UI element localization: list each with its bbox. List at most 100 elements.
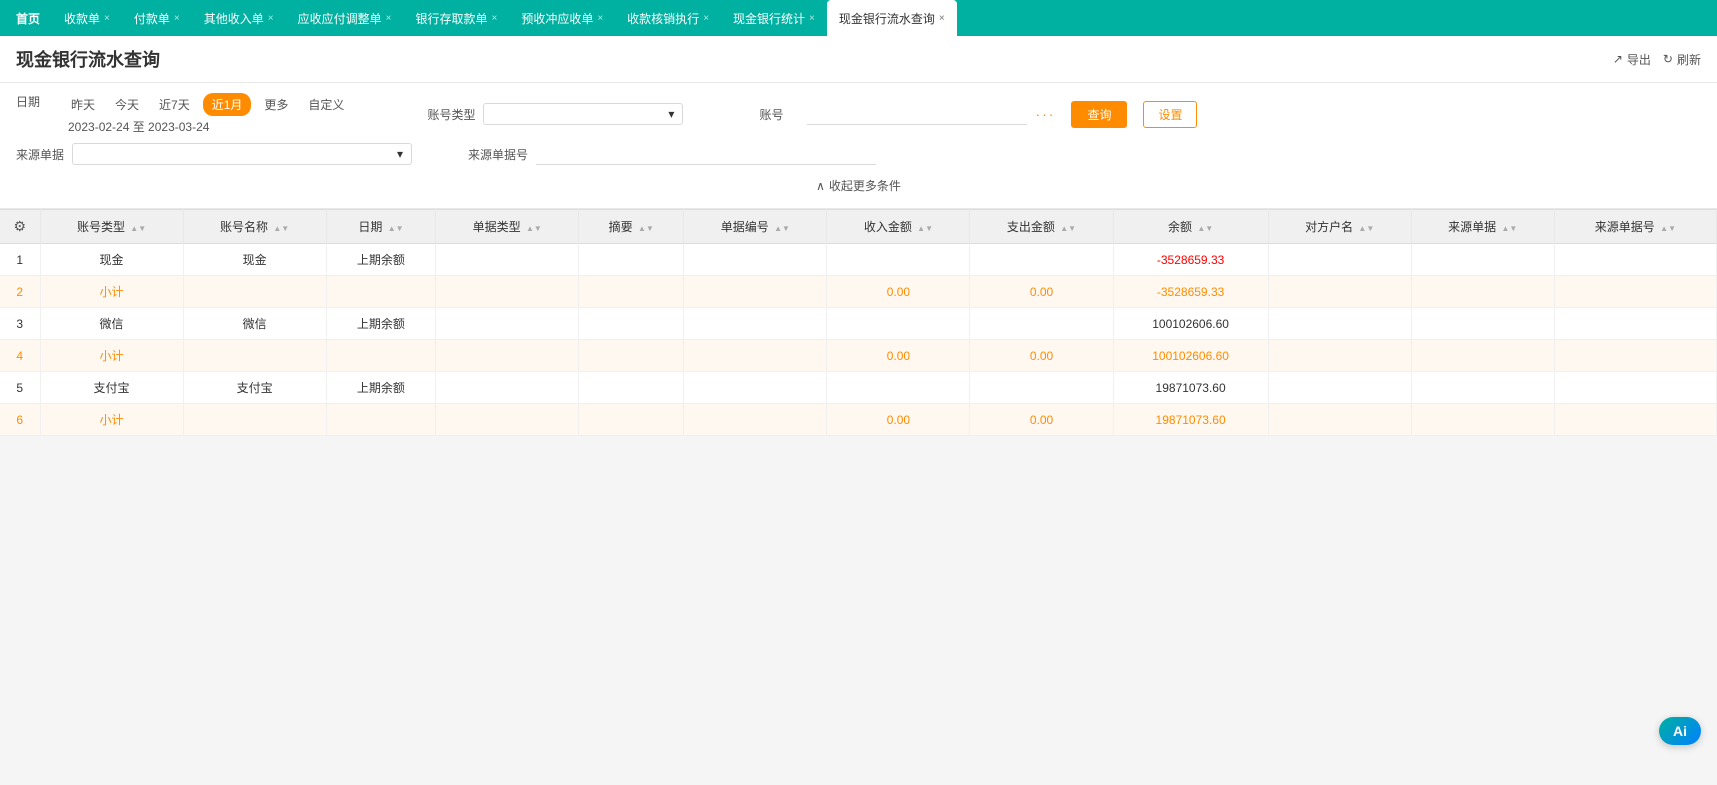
cell-account-type: 小计 bbox=[40, 340, 183, 372]
sort-arrows-11: ▲▼ bbox=[1502, 225, 1518, 233]
sort-arrows-8: ▲▼ bbox=[1060, 225, 1076, 233]
col-doc-no[interactable]: 单据编号 ▲▼ bbox=[684, 210, 827, 244]
nav-tab-3[interactable]: 其他收入单 × bbox=[192, 0, 286, 36]
col-gear[interactable]: ⚙ bbox=[0, 210, 40, 244]
cell-num: 1 bbox=[0, 244, 40, 276]
nav-tab-home[interactable]: 首页 bbox=[4, 0, 52, 36]
nav-tab-4[interactable]: 应收应付调整单 × bbox=[286, 0, 404, 36]
col-source-doc[interactable]: 来源单据 ▲▼ bbox=[1411, 210, 1554, 244]
table-row[interactable]: 6 小计 0.00 0.00 19871073.60 bbox=[0, 404, 1717, 436]
nav-tab-4-close[interactable]: × bbox=[386, 13, 392, 24]
cell-account-type: 支付宝 bbox=[40, 372, 183, 404]
cell-balance: 19871073.60 bbox=[1113, 372, 1268, 404]
cell-expense bbox=[970, 244, 1113, 276]
col-summary[interactable]: 摘要 ▲▼ bbox=[579, 210, 684, 244]
cell-num: 4 bbox=[0, 340, 40, 372]
col-account-name[interactable]: 账号名称 ▲▼ bbox=[183, 210, 326, 244]
date-btn-today[interactable]: 今天 bbox=[108, 93, 146, 116]
date-range-display: 2023-02-24 至 2023-03-24 bbox=[68, 118, 351, 135]
table-row[interactable]: 1 现金 现金 上期余额 -3528659.33 bbox=[0, 244, 1717, 276]
date-options: 昨天 今天 近7天 近1月 更多 自定义 bbox=[64, 93, 351, 116]
cell-account-type: 现金 bbox=[40, 244, 183, 276]
cell-account-name bbox=[183, 404, 326, 436]
nav-tab-6-label: 预收冲应收单 bbox=[521, 10, 593, 27]
cell-date bbox=[326, 276, 435, 308]
col-expense[interactable]: 支出金额 ▲▼ bbox=[970, 210, 1113, 244]
nav-tab-8[interactable]: 现金银行统计 × bbox=[721, 0, 827, 36]
nav-tab-8-label: 现金银行统计 bbox=[733, 10, 805, 27]
collapse-bar[interactable]: ∧ 收起更多条件 bbox=[16, 173, 1701, 198]
nav-tab-5-close[interactable]: × bbox=[491, 13, 497, 24]
cell-balance: 100102606.60 bbox=[1113, 340, 1268, 372]
cell-num: 6 bbox=[0, 404, 40, 436]
refresh-button[interactable]: ↻ 刷新 bbox=[1663, 51, 1701, 68]
table-container: ⚙ 账号类型 ▲▼ 账号名称 ▲▼ 日期 ▲▼ 单据类型 ▲▼ bbox=[0, 209, 1717, 436]
cell-doc-no bbox=[684, 404, 827, 436]
col-income[interactable]: 收入金额 ▲▼ bbox=[827, 210, 970, 244]
account-input[interactable] bbox=[807, 104, 1027, 125]
cell-doc-type bbox=[436, 276, 579, 308]
col-counterparty[interactable]: 对方户名 ▲▼ bbox=[1268, 210, 1411, 244]
gear-icon[interactable]: ⚙ bbox=[13, 218, 26, 235]
setting-button[interactable]: 设置 bbox=[1143, 101, 1197, 128]
query-button[interactable]: 查询 bbox=[1071, 101, 1127, 128]
col-doc-type[interactable]: 单据类型 ▲▼ bbox=[436, 210, 579, 244]
cell-balance: -3528659.33 bbox=[1113, 276, 1268, 308]
cell-source-doc-no bbox=[1554, 276, 1716, 308]
source-doc-no-input[interactable] bbox=[536, 144, 876, 165]
nav-tab-2[interactable]: 付款单 × bbox=[122, 0, 192, 36]
cell-summary bbox=[579, 404, 684, 436]
nav-tab-1-close[interactable]: × bbox=[104, 13, 110, 24]
nav-tab-9-close[interactable]: × bbox=[939, 13, 945, 24]
table-body: 1 现金 现金 上期余额 -3528659.33 2 小计 0.00 0.00 … bbox=[0, 244, 1717, 436]
nav-tab-7[interactable]: 收款核销执行 × bbox=[615, 0, 721, 36]
account-dots-button[interactable]: ··· bbox=[1035, 106, 1055, 122]
account-type-select[interactable]: ▾ bbox=[483, 103, 683, 125]
nav-tab-9-label: 现金银行流水查询 bbox=[839, 10, 935, 27]
sort-arrows-3: ▲▼ bbox=[388, 225, 404, 233]
date-btn-custom[interactable]: 自定义 bbox=[301, 93, 351, 116]
col-balance[interactable]: 余额 ▲▼ bbox=[1113, 210, 1268, 244]
cell-account-type: 微信 bbox=[40, 308, 183, 340]
nav-tab-5[interactable]: 银行存取款单 × bbox=[403, 0, 509, 36]
table-row[interactable]: 4 小计 0.00 0.00 100102606.60 bbox=[0, 340, 1717, 372]
date-btn-7days[interactable]: 近7天 bbox=[152, 93, 197, 116]
cell-doc-type bbox=[436, 244, 579, 276]
table-row[interactable]: 2 小计 0.00 0.00 -3528659.33 bbox=[0, 276, 1717, 308]
nav-tab-6[interactable]: 预收冲应收单 × bbox=[509, 0, 615, 36]
sort-arrows-7: ▲▼ bbox=[917, 225, 933, 233]
cell-doc-type bbox=[436, 404, 579, 436]
nav-tab-1[interactable]: 收款单 × bbox=[52, 0, 122, 36]
col-date[interactable]: 日期 ▲▼ bbox=[326, 210, 435, 244]
cell-account-name: 微信 bbox=[183, 308, 326, 340]
export-button[interactable]: ↗ 导出 bbox=[1613, 51, 1651, 68]
sort-arrows-6: ▲▼ bbox=[774, 225, 790, 233]
cell-source-doc-no bbox=[1554, 372, 1716, 404]
cell-account-name bbox=[183, 276, 326, 308]
filter-row-1: 日期 昨天 今天 近7天 近1月 更多 自定义 2023-02-24 至 202… bbox=[16, 93, 1701, 135]
cell-account-name: 现金 bbox=[183, 244, 326, 276]
source-doc-select[interactable]: ▾ bbox=[72, 143, 412, 165]
date-btn-yesterday[interactable]: 昨天 bbox=[64, 93, 102, 116]
cell-income: 0.00 bbox=[827, 276, 970, 308]
nav-tab-3-close[interactable]: × bbox=[268, 13, 274, 24]
date-label: 日期 bbox=[16, 93, 56, 110]
nav-tab-6-close[interactable]: × bbox=[597, 13, 603, 24]
nav-tab-2-close[interactable]: × bbox=[174, 13, 180, 24]
cell-doc-type bbox=[436, 340, 579, 372]
cell-counterparty bbox=[1268, 276, 1411, 308]
ai-badge[interactable]: Ai bbox=[1659, 717, 1701, 745]
nav-tab-8-close[interactable]: × bbox=[809, 13, 815, 24]
table-row[interactable]: 3 微信 微信 上期余额 100102606.60 bbox=[0, 308, 1717, 340]
source-doc-no-group: 来源单据号 bbox=[468, 144, 876, 165]
nav-tab-home-label: 首页 bbox=[16, 10, 40, 27]
nav-tab-9[interactable]: 现金银行流水查询 × bbox=[827, 0, 957, 36]
date-btn-1month[interactable]: 近1月 bbox=[203, 93, 252, 116]
date-btn-more[interactable]: 更多 bbox=[257, 93, 295, 116]
col-source-doc-no[interactable]: 来源单据号 ▲▼ bbox=[1554, 210, 1716, 244]
refresh-label: 刷新 bbox=[1677, 51, 1701, 68]
table-row[interactable]: 5 支付宝 支付宝 上期余额 19871073.60 bbox=[0, 372, 1717, 404]
nav-tab-7-close[interactable]: × bbox=[703, 13, 709, 24]
collapse-up-icon: ∧ bbox=[816, 179, 825, 193]
col-account-type[interactable]: 账号类型 ▲▼ bbox=[40, 210, 183, 244]
